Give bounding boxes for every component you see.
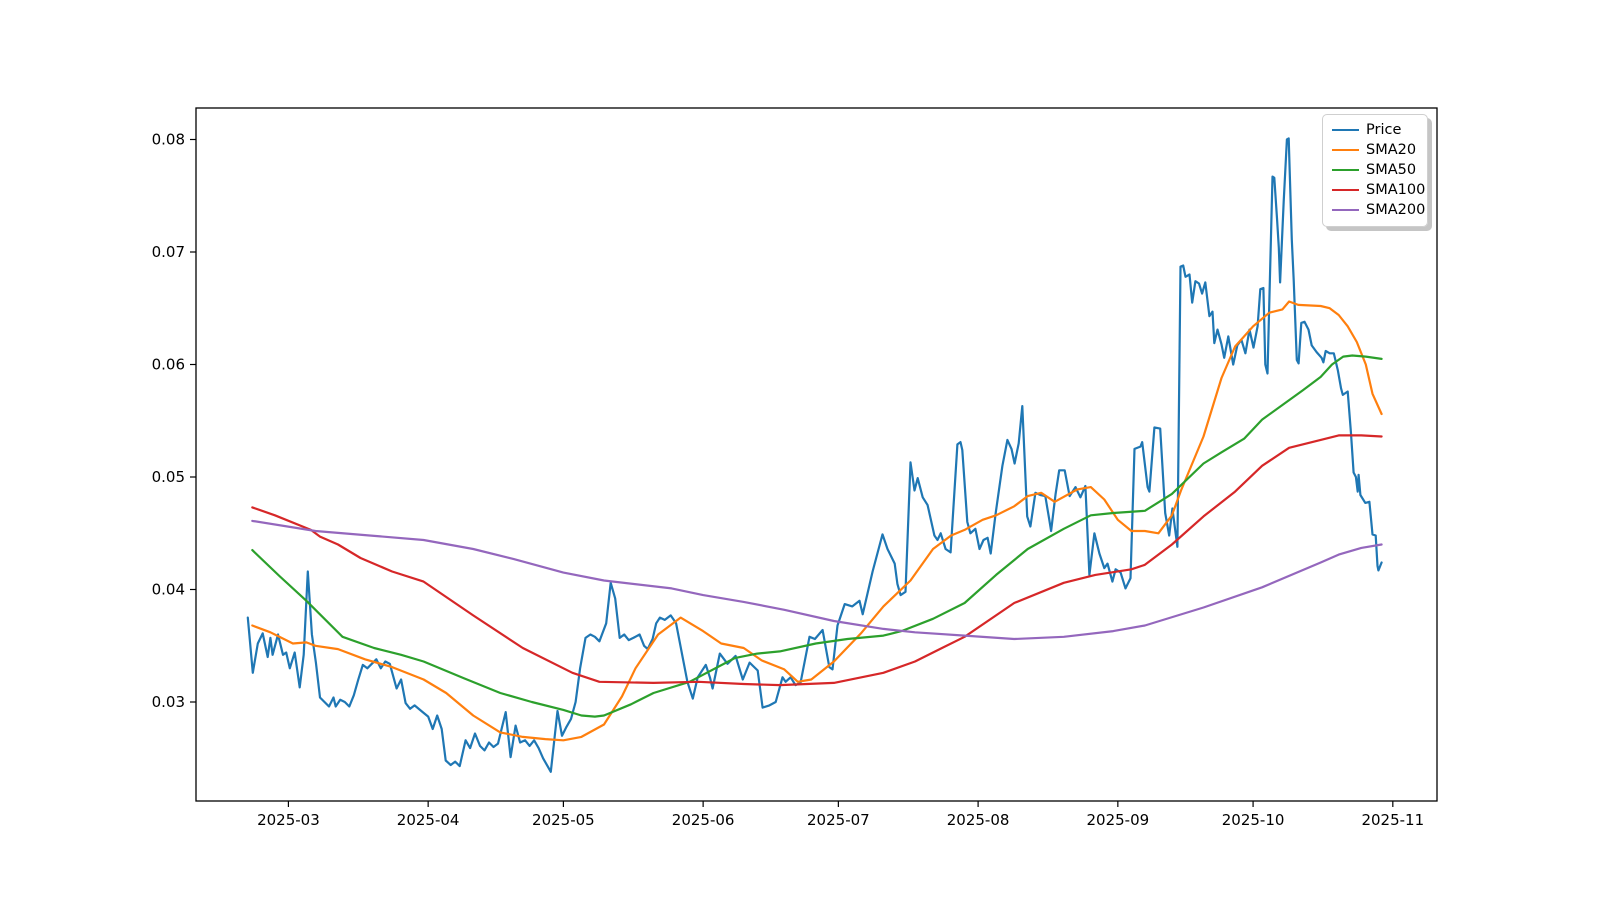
legend-label: SMA100 <box>1366 182 1426 198</box>
sma20-line-swatch <box>1332 149 1359 151</box>
price-line-swatch <box>1332 129 1359 131</box>
axes-frame <box>195 107 1438 802</box>
x-tick-label: 2025-11 <box>1361 811 1424 829</box>
y-tick-label: 0.06 <box>152 356 185 374</box>
sma100-line-swatch <box>1332 189 1359 191</box>
sma50-line-swatch <box>1332 169 1359 171</box>
legend-label: SMA20 <box>1366 142 1417 158</box>
legend: Price SMA20 SMA50 SMA100 SMA200 <box>1322 114 1428 227</box>
legend-item-price: Price <box>1332 120 1418 140</box>
x-tick-label: 2025-09 <box>1087 811 1150 829</box>
chart-figure: 2025-03 2025-04 2025-05 2025-06 2025-07 2025-… <box>0 0 1600 900</box>
x-tick-label: 2025-10 <box>1222 811 1285 829</box>
x-tick-label: 2025-08 <box>947 811 1010 829</box>
legend-label: SMA50 <box>1366 162 1417 178</box>
legend-item-sma20: SMA20 <box>1332 140 1418 160</box>
legend-item-sma50: SMA50 <box>1332 160 1418 180</box>
legend-item-sma100: SMA100 <box>1332 180 1425 200</box>
x-tick-label: 2025-05 <box>532 811 595 829</box>
legend-label: Price <box>1366 122 1402 138</box>
x-tick-label: 2025-07 <box>807 811 870 829</box>
x-tick-label: 2025-03 <box>257 811 320 829</box>
y-tick-label: 0.07 <box>152 243 185 261</box>
y-tick-label: 0.08 <box>152 131 185 149</box>
x-tick-label: 2025-06 <box>672 811 735 829</box>
legend-label: SMA200 <box>1366 202 1426 218</box>
sma200-line-swatch <box>1332 209 1359 211</box>
series-line-sma20 <box>251 300 1383 742</box>
legend-item-sma200: SMA200 <box>1332 200 1425 220</box>
x-tick-label: 2025-04 <box>397 811 460 829</box>
y-tick-label: 0.05 <box>152 468 185 486</box>
series-line-sma100 <box>251 434 1383 687</box>
y-tick-label: 0.03 <box>152 693 185 711</box>
y-tick-label: 0.04 <box>152 581 185 599</box>
